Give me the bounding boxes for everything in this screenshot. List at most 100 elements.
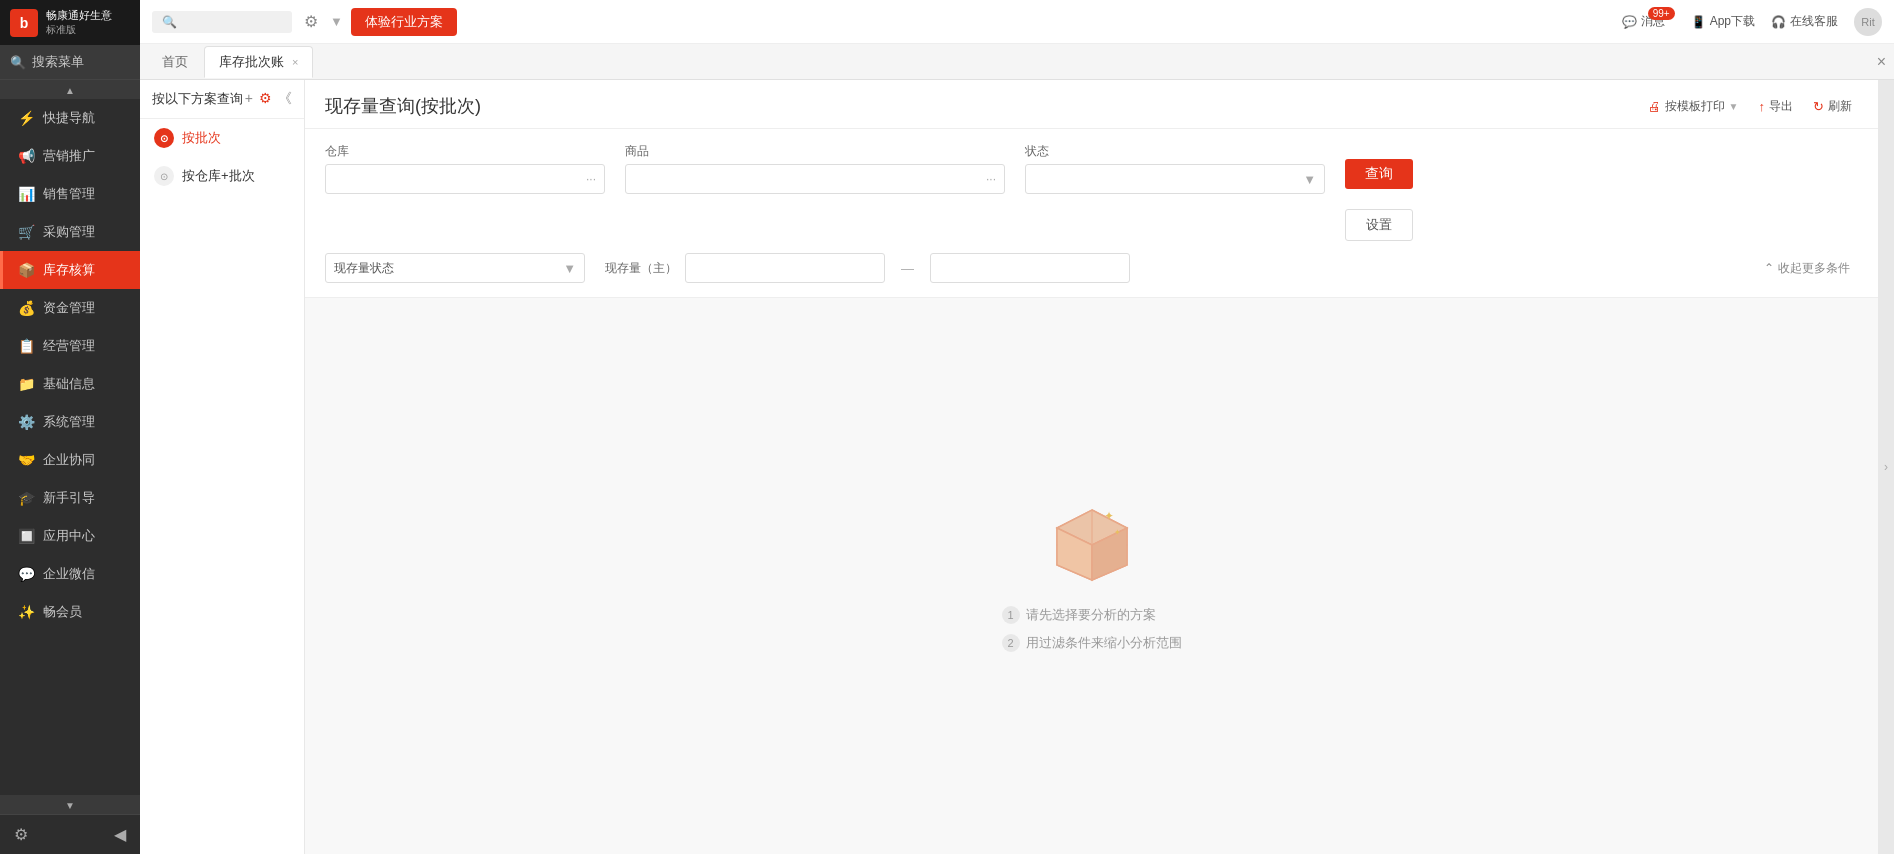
refresh-btn[interactable]: ↻ 刷新 <box>1807 95 1858 118</box>
sidebar-item-purchase[interactable]: 🛒 采购管理 <box>0 213 140 251</box>
qty-min-input[interactable] <box>685 253 885 283</box>
empty-tips: 1 请先选择要分析的方案 2 用过滤条件来缩小分析范围 <box>1002 606 1182 652</box>
tab-home-label: 首页 <box>162 53 188 71</box>
filter-batch-icon: ⊙ <box>154 128 174 148</box>
footer-collapse-icon[interactable]: ◀ <box>114 825 126 844</box>
tab-inventory-batch[interactable]: 库存批次账 × <box>204 46 313 78</box>
sidebar-item-enterprise[interactable]: 🤝 企业协同 <box>0 441 140 479</box>
refresh-icon: ↻ <box>1813 99 1824 114</box>
product-field: 商品 ··· <box>625 143 1005 194</box>
sidebar-item-inventory-label: 库存核算 <box>43 261 95 279</box>
warehouse-dots-btn[interactable]: ··· <box>586 172 596 186</box>
qty-dash: — <box>893 261 922 276</box>
guide-icon: 🎓 <box>17 489 35 507</box>
trial-btn[interactable]: 体验行业方案 <box>351 8 457 36</box>
sidebar-item-system-label: 系统管理 <box>43 413 95 431</box>
filter-item-by-warehouse-batch[interactable]: ⊙ 按仓库+批次 <box>140 157 304 195</box>
scroll-up-btn[interactable]: ▲ <box>0 80 140 99</box>
tab-close-btn[interactable]: × <box>292 56 298 68</box>
inventory-icon: 📦 <box>17 261 35 279</box>
sidebar-item-member[interactable]: ✨ 畅会员 <box>0 593 140 631</box>
sidebar-item-inventory[interactable]: 📦 库存核算 <box>0 251 140 289</box>
filter-item-by-batch[interactable]: ⊙ 按批次 <box>140 119 304 157</box>
headphone-icon: 🎧 <box>1771 15 1786 29</box>
warehouse-input[interactable]: ··· <box>325 164 605 194</box>
print-label: 按模板打印 <box>1665 98 1725 115</box>
app-logo: b <box>10 9 38 37</box>
avatar[interactable]: Rit <box>1854 8 1882 36</box>
empty-state: ✦ ✦ 1 请先选择要分析的方案 2 用过滤条件来缩小分析范围 <box>305 298 1878 854</box>
print-btn[interactable]: 🖨 按模板打印 ▼ <box>1642 95 1745 118</box>
sidebar-item-wechat[interactable]: 💬 企业微信 <box>0 555 140 593</box>
sidebar-item-guide[interactable]: 🎓 新手引导 <box>0 479 140 517</box>
phone-icon: 📱 <box>1691 15 1706 29</box>
export-label: 导出 <box>1769 98 1793 115</box>
right-toggle-icon: › <box>1884 460 1888 474</box>
topbar-gear-icon[interactable]: ⚙ <box>300 8 322 35</box>
filter-settings-btn[interactable]: ⚙ <box>259 90 272 108</box>
tip-text-1: 请先选择要分析的方案 <box>1026 606 1156 624</box>
operations-icon: 📋 <box>17 337 35 355</box>
sidebar-item-quick-nav[interactable]: ⚡ 快捷导航 <box>0 99 140 137</box>
stock-status-dropdown[interactable]: 现存量状态 ▼ <box>325 253 585 283</box>
svg-text:✦: ✦ <box>1114 528 1121 537</box>
sidebar-search[interactable]: 🔍 搜索菜单 <box>0 45 140 80</box>
filter-panel-title: 按以下方案查询 <box>152 90 243 108</box>
tab-home[interactable]: 首页 <box>148 47 202 77</box>
sidebar-item-appstore[interactable]: 🔲 应用中心 <box>0 517 140 555</box>
enterprise-icon: 🤝 <box>17 451 35 469</box>
empty-tip-1: 1 请先选择要分析的方案 <box>1002 606 1182 624</box>
product-input[interactable]: ··· <box>625 164 1005 194</box>
sidebar-item-base[interactable]: 📁 基础信息 <box>0 365 140 403</box>
messages-btn[interactable]: 💬 消息 99+ <box>1622 13 1665 30</box>
filter-panel-actions: + ⚙ 《 <box>245 90 292 108</box>
sidebar-header: b 畅康通好生意 标准版 <box>0 0 140 45</box>
sidebar-item-marketing[interactable]: 📢 营销推广 <box>0 137 140 175</box>
appstore-icon: 🔲 <box>17 527 35 545</box>
app-download-label: App下载 <box>1710 13 1755 30</box>
qty-field: 现存量（主） — <box>605 253 1130 283</box>
settings-btn[interactable]: 设置 <box>1345 209 1413 241</box>
empty-tip-2: 2 用过滤条件来缩小分析范围 <box>1002 634 1182 652</box>
stock-status-label: 现存量状态 <box>334 260 394 277</box>
app-download-btn[interactable]: 📱 App下载 <box>1691 13 1755 30</box>
right-panel-close-btn[interactable]: × <box>1877 53 1886 71</box>
sidebar-item-operations-label: 经营管理 <box>43 337 95 355</box>
sidebar-item-wechat-label: 企业微信 <box>43 565 95 583</box>
filter-collapse-btn[interactable]: 《 <box>278 90 292 108</box>
export-btn[interactable]: ↑ 导出 <box>1753 95 1800 118</box>
sidebar: b 畅康通好生意 标准版 🔍 搜索菜单 ▲ ⚡ 快捷导航 📢 营销推广 📊 销售… <box>0 0 140 854</box>
svg-text:✦: ✦ <box>1104 509 1114 523</box>
status-label: 状态 <box>1025 143 1325 160</box>
query-btn[interactable]: 查询 <box>1345 159 1413 189</box>
filter-item-by-warehouse-batch-label: 按仓库+批次 <box>182 167 255 185</box>
product-label: 商品 <box>625 143 1005 160</box>
print-dropdown-icon[interactable]: ▼ <box>1729 101 1739 112</box>
scroll-down-btn[interactable]: ▼ <box>0 795 140 814</box>
tip-num-2: 2 <box>1002 634 1020 652</box>
sidebar-item-sales[interactable]: 📊 销售管理 <box>0 175 140 213</box>
search-icon: 🔍 <box>10 55 26 70</box>
qty-max-input[interactable] <box>930 253 1130 283</box>
product-dots-btn[interactable]: ··· <box>986 172 996 186</box>
status-dropdown[interactable]: ▼ <box>1025 164 1325 194</box>
messages-badge: 99+ <box>1648 7 1675 20</box>
sidebar-item-system[interactable]: ⚙️ 系统管理 <box>0 403 140 441</box>
sidebar-item-finance-label: 资金管理 <box>43 299 95 317</box>
status-field: 状态 ▼ <box>1025 143 1325 194</box>
online-service-btn[interactable]: 🎧 在线客服 <box>1771 13 1838 30</box>
box-svg: ✦ ✦ <box>1042 500 1142 590</box>
topbar-chevron-icon[interactable]: ▼ <box>330 14 343 29</box>
sidebar-item-operations[interactable]: 📋 经营管理 <box>0 327 140 365</box>
sidebar-item-finance[interactable]: 💰 资金管理 <box>0 289 140 327</box>
topbar-search-box[interactable]: 🔍 <box>152 11 292 33</box>
topbar-search-icon: 🔍 <box>162 15 177 29</box>
wechat-icon: 💬 <box>17 565 35 583</box>
footer-settings-icon[interactable]: ⚙ <box>14 825 28 844</box>
right-panel-toggle[interactable]: › <box>1878 80 1894 854</box>
collapse-btn[interactable]: ⌃ 收起更多条件 <box>1756 256 1858 281</box>
topbar: 🔍 ⚙ ▼ 体验行业方案 💬 消息 99+ 📱 App下载 🎧 在线客服 Rit <box>140 0 1894 44</box>
sidebar-search-label: 搜索菜单 <box>32 53 84 71</box>
filter-add-btn[interactable]: + <box>245 90 253 108</box>
system-icon: ⚙️ <box>17 413 35 431</box>
